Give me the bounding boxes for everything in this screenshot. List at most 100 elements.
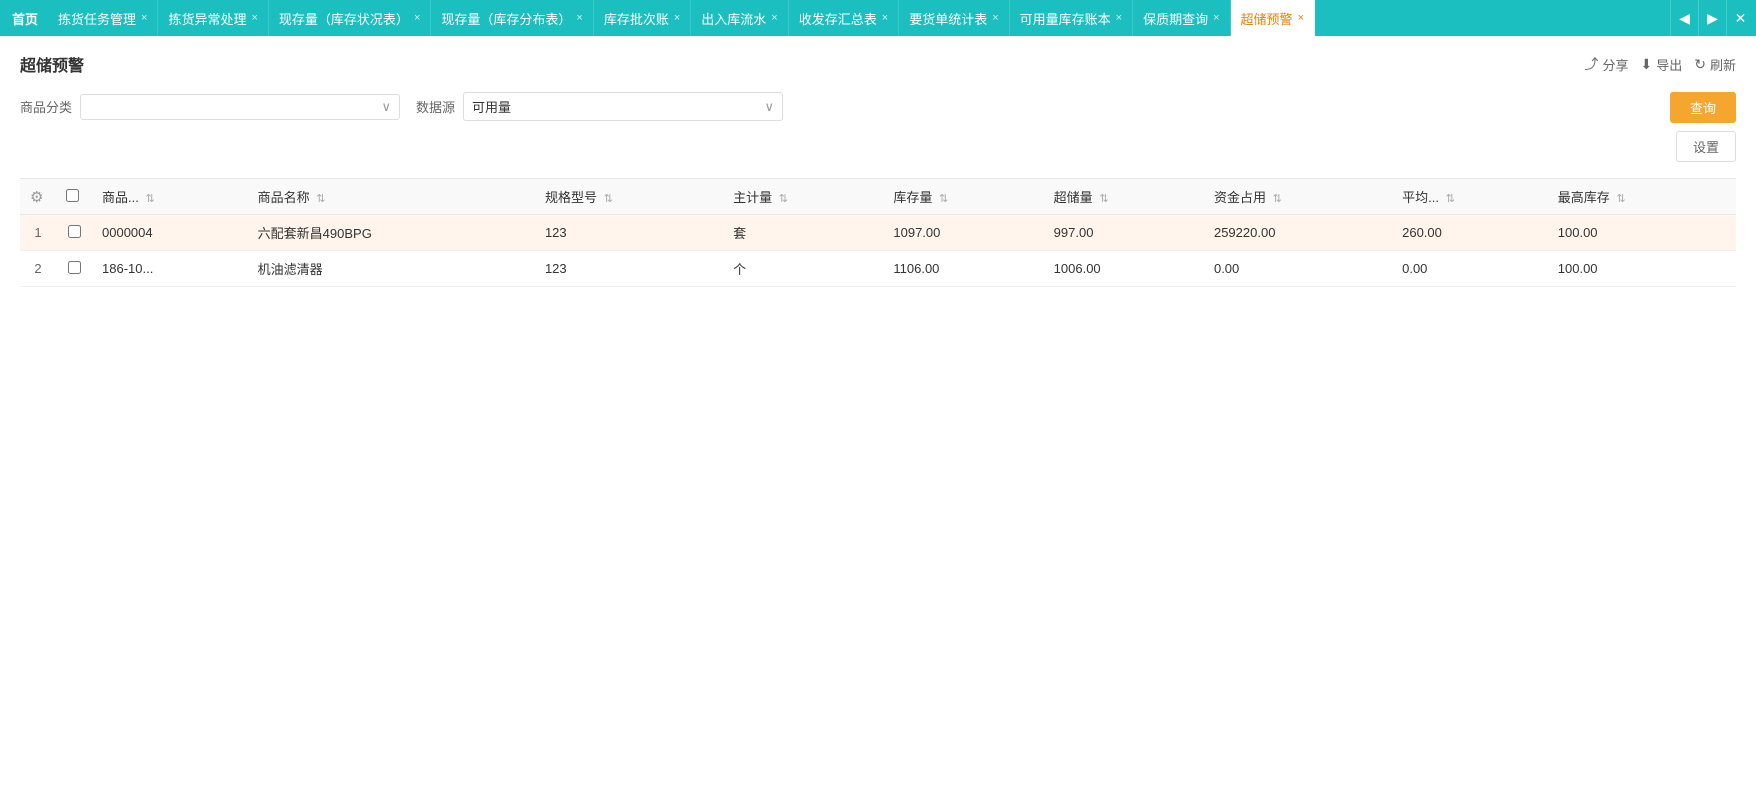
col-header-code[interactable]: 商品... ⇅ <box>92 179 248 215</box>
sort-icon-overstock: ⇅ <box>1099 193 1108 205</box>
nav-tab-chaochuyujing[interactable]: 超储预警 × <box>1231 0 1315 36</box>
sort-icon-stock: ⇅ <box>939 193 948 205</box>
col-header-unit[interactable]: 主计量 ⇅ <box>723 179 883 215</box>
row-unit: 个 <box>723 251 883 287</box>
table-header: ⚙ 商品... ⇅ 商品名称 ⇅ 规格型号 ⇅ 主计量 <box>20 179 1736 215</box>
datasource-select[interactable]: 可用量 ∨ <box>463 92 783 121</box>
nav-tab-jianhuoyichang[interactable]: 拣货异常处理 × <box>158 0 268 36</box>
close-icon[interactable]: × <box>414 12 420 24</box>
category-select[interactable]: ∨ <box>80 94 400 120</box>
col-header-gear: ⚙ <box>20 179 56 215</box>
filter-area: 商品分类 ∨ 数据源 可用量 ∨ 查询 设置 <box>20 92 1736 162</box>
gear-icon[interactable]: ⚙ <box>30 189 43 206</box>
export-button[interactable]: ⬇ 导出 <box>1641 55 1683 74</box>
nav-prev-button[interactable]: ◀ <box>1670 0 1698 36</box>
row-avg: 0.00 <box>1392 251 1548 287</box>
row-stock: 1097.00 <box>883 215 1043 251</box>
table-row: 2 186-10... 机油滤清器 123 个 1106.00 1006.00 … <box>20 251 1736 287</box>
table-header-row: ⚙ 商品... ⇅ 商品名称 ⇅ 规格型号 ⇅ 主计量 <box>20 179 1736 215</box>
row-avg: 260.00 <box>1392 215 1548 251</box>
close-icon[interactable]: × <box>251 12 257 24</box>
page-actions: ⤴ 分享 ⬇ 导出 ↻ 刷新 <box>1584 54 1736 74</box>
nav-tab-shoufahuizong[interactable]: 收发存汇总表 × <box>789 0 899 36</box>
nav-home[interactable]: 首页 <box>2 0 48 36</box>
sort-icon-capital: ⇅ <box>1273 193 1282 205</box>
select-all-checkbox[interactable] <box>66 189 79 202</box>
share-icon: ⤴ <box>1584 54 1598 74</box>
category-filter: 商品分类 ∨ <box>20 94 400 120</box>
nav-tab-xiancunliang2[interactable]: 现存量（库存分布表） × <box>431 0 593 36</box>
query-button[interactable]: 查询 <box>1670 92 1736 123</box>
sort-icon-unit: ⇅ <box>779 193 788 205</box>
nav-tab-xiancunliang1[interactable]: 现存量（库存状况表） × <box>269 0 431 36</box>
close-icon[interactable]: × <box>1298 12 1304 24</box>
row-capital: 0.00 <box>1204 251 1392 287</box>
nav-tab-jianhuorenwu[interactable]: 拣货任务管理 × <box>48 0 158 36</box>
close-icon[interactable]: × <box>992 12 998 24</box>
row-overstock: 997.00 <box>1044 215 1204 251</box>
row-name: 六配套新昌490BPG <box>248 215 535 251</box>
row-check-cell[interactable] <box>56 251 92 287</box>
row-spec: 123 <box>535 215 723 251</box>
sort-icon-avg: ⇅ <box>1446 193 1455 205</box>
col-header-check <box>56 179 92 215</box>
row-spec: 123 <box>535 251 723 287</box>
share-button[interactable]: ⤴ 分享 <box>1584 54 1628 74</box>
row-unit: 套 <box>723 215 883 251</box>
row-check-cell[interactable] <box>56 215 92 251</box>
filter-fields: 商品分类 ∨ 数据源 可用量 ∨ <box>20 92 1650 121</box>
row-max: 100.00 <box>1548 251 1736 287</box>
col-header-capital[interactable]: 资金占用 ⇅ <box>1204 179 1392 215</box>
nav-next-button[interactable]: ▶ <box>1698 0 1726 36</box>
col-header-max[interactable]: 最高库存 ⇅ <box>1548 179 1736 215</box>
sort-icon-code: ⇅ <box>145 193 154 205</box>
row-overstock: 1006.00 <box>1044 251 1204 287</box>
datasource-label: 数据源 <box>416 97 455 116</box>
close-icon[interactable]: × <box>576 12 582 24</box>
row-checkbox[interactable] <box>68 261 81 274</box>
close-icon[interactable]: × <box>771 12 777 24</box>
datasource-value: 可用量 <box>472 97 511 116</box>
category-label: 商品分类 <box>20 97 72 116</box>
nav-close-button[interactable]: ✕ <box>1726 0 1754 36</box>
col-header-stock[interactable]: 库存量 ⇅ <box>883 179 1043 215</box>
filter-buttons: 查询 设置 <box>1670 92 1736 162</box>
refresh-icon: ↻ <box>1694 56 1706 73</box>
nav-tab-keyongliang[interactable]: 可用量库存账本 × <box>1010 0 1133 36</box>
col-header-overstock[interactable]: 超储量 ⇅ <box>1044 179 1204 215</box>
sort-icon-max: ⇅ <box>1616 193 1625 205</box>
row-index-cell: 1 <box>20 215 56 251</box>
row-checkbox[interactable] <box>68 225 81 238</box>
row-index-cell: 2 <box>20 251 56 287</box>
close-icon[interactable]: × <box>1213 12 1219 24</box>
category-dropdown-icon: ∨ <box>382 99 392 115</box>
row-capital: 259220.00 <box>1204 215 1392 251</box>
nav-arrows-container: ◀ ▶ ✕ <box>1670 0 1754 36</box>
refresh-button[interactable]: ↻ 刷新 <box>1694 55 1736 74</box>
row-max: 100.00 <box>1548 215 1736 251</box>
table-row: 1 0000004 六配套新昌490BPG 123 套 1097.00 997.… <box>20 215 1736 251</box>
col-header-avg[interactable]: 平均... ⇅ <box>1392 179 1548 215</box>
col-header-spec[interactable]: 规格型号 ⇅ <box>535 179 723 215</box>
close-icon[interactable]: × <box>674 12 680 24</box>
row-stock: 1106.00 <box>883 251 1043 287</box>
settings-button[interactable]: 设置 <box>1676 131 1736 162</box>
table-body: 1 0000004 六配套新昌490BPG 123 套 1097.00 997.… <box>20 215 1736 287</box>
close-icon[interactable]: × <box>141 12 147 24</box>
close-icon[interactable]: × <box>882 12 888 24</box>
row-code: 186-10... <box>92 251 248 287</box>
row-code: 0000004 <box>92 215 248 251</box>
nav-tab-baozhi[interactable]: 保质期查询 × <box>1133 0 1230 36</box>
col-header-name[interactable]: 商品名称 ⇅ <box>248 179 535 215</box>
top-navigation: 首页 拣货任务管理 × 拣货异常处理 × 现存量（库存状况表） × 现存量（库存… <box>0 0 1756 36</box>
export-icon: ⬇ <box>1641 56 1653 73</box>
page-content: 超储预警 ⤴ 分享 ⬇ 导出 ↻ 刷新 商品分类 ∨ <box>0 36 1756 800</box>
sort-icon-spec: ⇅ <box>604 193 613 205</box>
datasource-filter: 数据源 可用量 ∨ <box>416 92 783 121</box>
sort-icon-name: ⇅ <box>316 193 325 205</box>
close-icon[interactable]: × <box>1116 12 1122 24</box>
nav-tab-yaohuodan[interactable]: 要货单统计表 × <box>899 0 1009 36</box>
nav-tab-churuliushui[interactable]: 出入库流水 × <box>691 0 788 36</box>
row-name: 机油滤清器 <box>248 251 535 287</box>
nav-tab-pizhizhang[interactable]: 库存批次账 × <box>594 0 691 36</box>
